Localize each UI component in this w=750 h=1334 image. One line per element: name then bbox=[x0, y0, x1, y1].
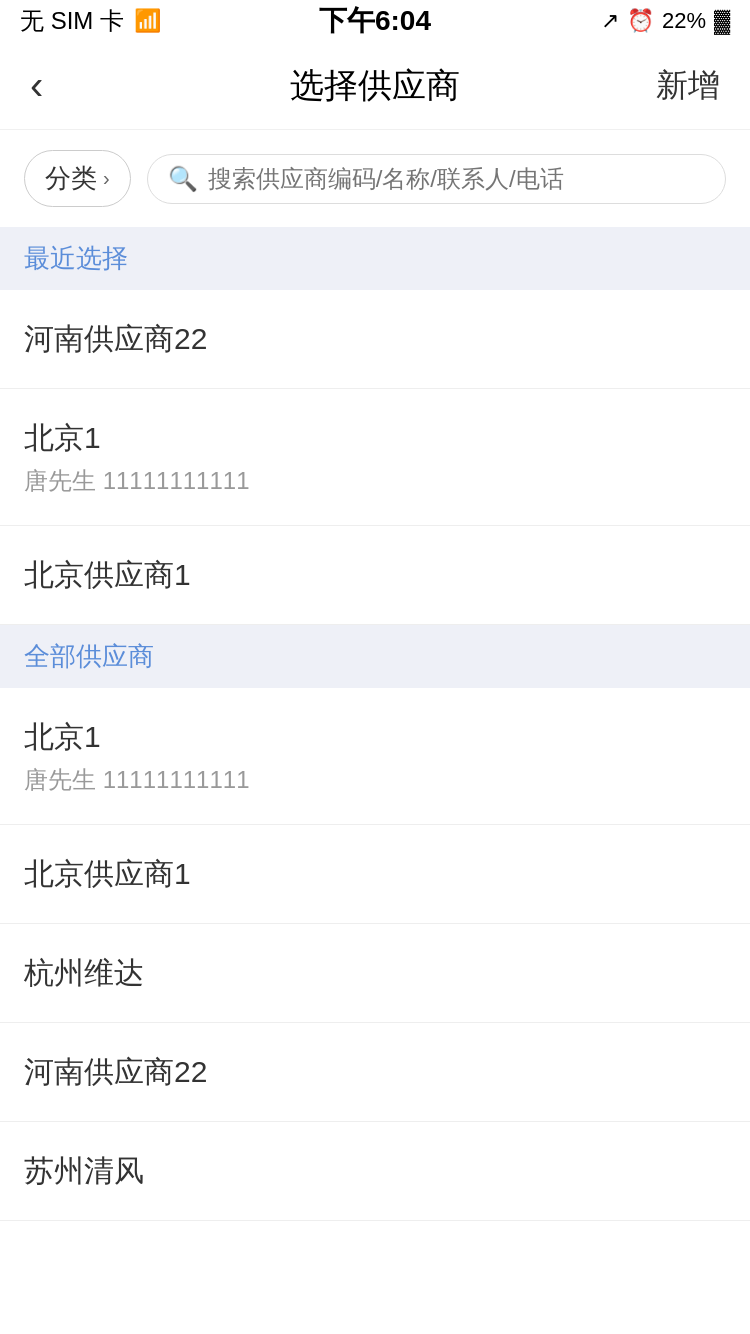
recent-list: 河南供应商22 北京1 唐先生 11111111111 北京供应商1 bbox=[0, 290, 750, 625]
item-name: 河南供应商22 bbox=[24, 1051, 726, 1093]
carrier-label: 无 SIM 卡 bbox=[20, 5, 124, 37]
category-label: 分类 bbox=[45, 161, 97, 196]
list-item[interactable]: 杭州维达 bbox=[0, 924, 750, 1023]
list-item[interactable]: 北京1 唐先生 11111111111 bbox=[0, 688, 750, 825]
wifi-icon: 📶 bbox=[134, 8, 161, 34]
item-sub: 唐先生 11111111111 bbox=[24, 764, 726, 796]
item-name: 北京供应商1 bbox=[24, 853, 726, 895]
item-name: 苏州清风 bbox=[24, 1150, 726, 1192]
list-item[interactable]: 北京供应商1 bbox=[0, 526, 750, 625]
list-item[interactable]: 北京1 唐先生 11111111111 bbox=[0, 389, 750, 526]
item-name: 北京供应商1 bbox=[24, 554, 726, 596]
status-right: ↗ ⏰ 22% ▓ bbox=[601, 8, 730, 34]
nav-bar: ‹ 选择供应商 新增 bbox=[0, 42, 750, 130]
page-title: 选择供应商 bbox=[110, 63, 640, 109]
recent-section-label: 最近选择 bbox=[24, 243, 128, 273]
search-input[interactable] bbox=[208, 165, 705, 193]
chevron-right-icon: › bbox=[103, 167, 110, 190]
alarm-icon: ⏰ bbox=[627, 8, 654, 34]
status-bar: 无 SIM 卡 📶 下午6:04 ↗ ⏰ 22% ▓ bbox=[0, 0, 750, 42]
status-left: 无 SIM 卡 📶 bbox=[20, 5, 161, 37]
filter-bar: 分类 › 🔍 bbox=[0, 130, 750, 227]
list-item[interactable]: 苏州清风 bbox=[0, 1122, 750, 1221]
item-name: 北京1 bbox=[24, 716, 726, 758]
item-name: 杭州维达 bbox=[24, 952, 726, 994]
back-button[interactable]: ‹ bbox=[30, 63, 110, 108]
item-sub: 唐先生 11111111111 bbox=[24, 465, 726, 497]
status-time: 下午6:04 bbox=[319, 2, 431, 40]
item-name: 北京1 bbox=[24, 417, 726, 459]
item-name: 河南供应商22 bbox=[24, 318, 726, 360]
search-icon: 🔍 bbox=[168, 165, 198, 193]
list-item[interactable]: 河南供应商22 bbox=[0, 290, 750, 389]
all-section-header: 全部供应商 bbox=[0, 625, 750, 688]
battery-icon: ▓ bbox=[714, 8, 730, 34]
list-item[interactable]: 河南供应商22 bbox=[0, 1023, 750, 1122]
category-button[interactable]: 分类 › bbox=[24, 150, 131, 207]
list-item[interactable]: 北京供应商1 bbox=[0, 825, 750, 924]
location-icon: ↗ bbox=[601, 8, 619, 34]
add-button[interactable]: 新增 bbox=[640, 64, 720, 108]
all-list: 北京1 唐先生 11111111111 北京供应商1 杭州维达 河南供应商22 … bbox=[0, 688, 750, 1221]
all-section-label: 全部供应商 bbox=[24, 641, 154, 671]
recent-section-header: 最近选择 bbox=[0, 227, 750, 290]
search-box[interactable]: 🔍 bbox=[147, 154, 726, 204]
battery-label: 22% bbox=[662, 8, 706, 34]
